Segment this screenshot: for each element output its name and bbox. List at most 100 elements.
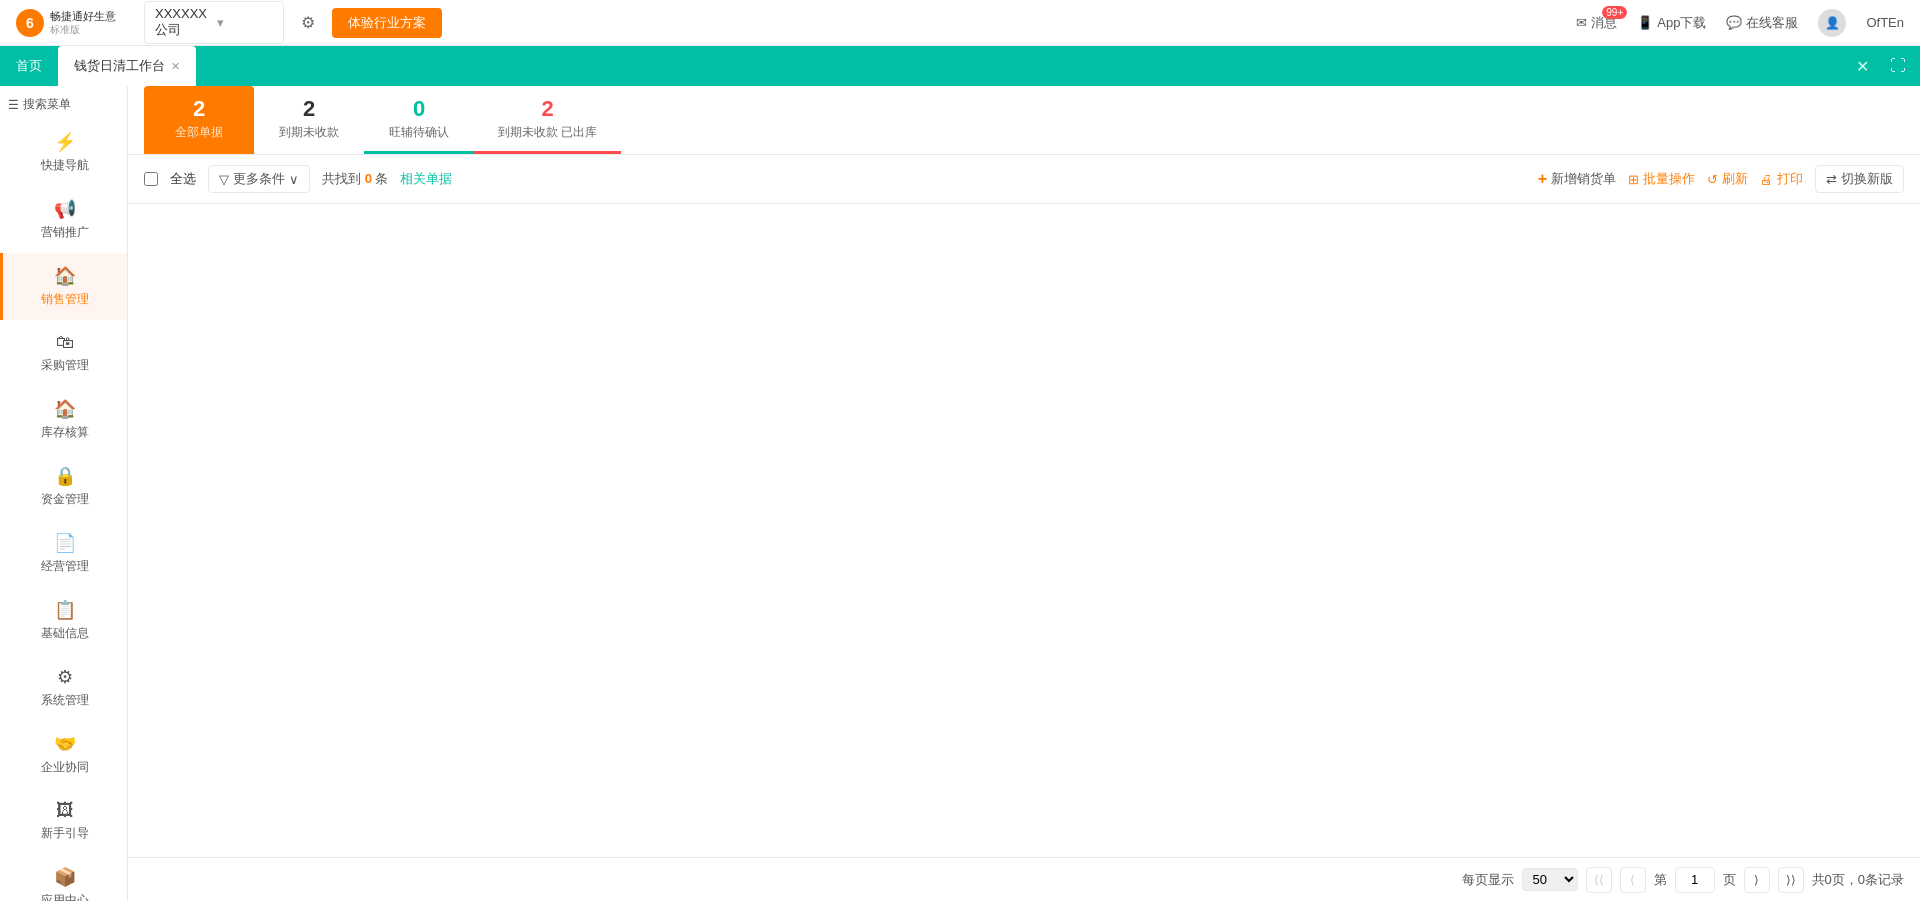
sidebar-item-cooperation[interactable]: 🤝 企业协同 <box>0 721 127 788</box>
service-icon: 💬 <box>1726 15 1742 30</box>
tab-expand-button[interactable]: ⛶ <box>1884 52 1912 80</box>
stat-num-all: 2 <box>193 96 205 122</box>
filter-button[interactable]: ▽ 更多条件 ∨ <box>208 165 310 193</box>
page-input[interactable] <box>1675 867 1715 893</box>
stat-tab-overdue-out[interactable]: 2 到期未收款 已出库 <box>474 86 621 154</box>
user-name: OfTEn <box>1866 15 1904 30</box>
stat-tab-all[interactable]: 2 全部单据 <box>144 86 254 154</box>
select-all-label: 全选 <box>170 170 196 188</box>
tab-home[interactable]: 首页 <box>0 46 58 86</box>
message-button[interactable]: ✉ 消息 99+ <box>1576 14 1617 32</box>
total-text: 共0页，0条记录 <box>1812 871 1904 889</box>
stats-tabs: 2 全部单据 2 到期未收款 0 旺辅待确认 2 到期未收款 已出库 <box>128 86 1920 155</box>
found-count: 0 <box>365 171 372 186</box>
sidebar-search[interactable]: ☰ 搜索菜单 <box>0 86 127 119</box>
system-icon: ⚙ <box>57 666 73 688</box>
refresh-icon: ↺ <box>1707 172 1718 187</box>
filter-chevron-icon: ∨ <box>289 172 299 187</box>
sidebar-item-operations[interactable]: 📄 经营管理 <box>0 520 127 587</box>
found-link[interactable]: 相关单据 <box>400 170 452 188</box>
print-icon: 🖨 <box>1760 172 1773 187</box>
sidebar-item-purchase[interactable]: 🛍 采购管理 <box>0 320 127 386</box>
per-page-select[interactable]: 50 10 20 100 <box>1522 868 1578 891</box>
sidebar-item-basic-info[interactable]: 📋 基础信息 <box>0 587 127 654</box>
message-icon: ✉ <box>1576 15 1587 30</box>
avatar[interactable]: 👤 <box>1818 9 1846 37</box>
batch-operation-button[interactable]: ⊞ 批量操作 <box>1628 170 1695 188</box>
refresh-button[interactable]: ↺ 刷新 <box>1707 170 1748 188</box>
logo-text: 畅捷通好生意 标准版 <box>50 9 116 36</box>
switch-version-button[interactable]: ⇄ 切换新版 <box>1815 165 1904 193</box>
page-label: 第 <box>1654 871 1667 889</box>
select-all-checkbox[interactable] <box>144 172 158 186</box>
tab-close-icon[interactable]: ✕ <box>171 60 180 73</box>
avatar-icon: 👤 <box>1825 16 1840 30</box>
stat-tab-wangpu[interactable]: 0 旺辅待确认 <box>364 86 474 154</box>
sidebar-item-guide[interactable]: 🖼 新手引导 <box>0 788 127 854</box>
app-center-icon: 📦 <box>54 866 76 888</box>
company-selector[interactable]: XXXXXX公司 ▾ <box>144 1 284 44</box>
page-prev-button[interactable]: ⟨ <box>1620 867 1646 893</box>
per-page-label: 每页显示 <box>1462 871 1514 889</box>
online-service-button[interactable]: 💬 在线客服 <box>1726 14 1798 32</box>
stat-label-wangpu: 旺辅待确认 <box>389 124 449 141</box>
stat-label-overdue: 到期未收款 <box>279 124 339 141</box>
cooperation-icon: 🤝 <box>54 733 76 755</box>
message-badge: 99+ <box>1602 6 1627 19</box>
settings-button[interactable]: ⚙ <box>292 7 324 39</box>
capital-icon: 🔒 <box>54 465 76 487</box>
content-area: 2 全部单据 2 到期未收款 0 旺辅待确认 2 到期未收款 已出库 全选 ▽ … <box>128 86 1920 901</box>
inventory-icon: 🏠 <box>54 398 76 420</box>
tab-bar-right: ✕ ⛶ <box>1848 52 1920 80</box>
print-button[interactable]: 🖨 打印 <box>1760 170 1803 188</box>
page-label-2: 页 <box>1723 871 1736 889</box>
table-area <box>128 204 1920 857</box>
stat-num-overdue-out: 2 <box>542 96 554 122</box>
sidebar-item-capital[interactable]: 🔒 资金管理 <box>0 453 127 520</box>
purchase-icon: 🛍 <box>56 332 74 353</box>
sidebar-item-marketing[interactable]: 📢 营销推广 <box>0 186 127 253</box>
stat-label-all: 全部单据 <box>175 124 223 141</box>
tab-minimize-button[interactable]: ✕ <box>1848 52 1876 80</box>
tab-bar: 首页 钱货日清工作台 ✕ ✕ ⛶ <box>0 46 1920 86</box>
main-layout: ☰ 搜索菜单 ⚡ 快捷导航 📢 营销推广 🏠 销售管理 🛍 采购管理 🏠 库存核… <box>0 86 1920 901</box>
chevron-down-icon: ▾ <box>217 15 273 30</box>
toolbar: 全选 ▽ 更多条件 ∨ 共找到 0 条 相关单据 + 新增销货单 ⊞ 批量操作 <box>128 155 1920 204</box>
sidebar: ☰ 搜索菜单 ⚡ 快捷导航 📢 营销推广 🏠 销售管理 🛍 采购管理 🏠 库存核… <box>0 86 128 901</box>
stat-num-wangpu: 0 <box>413 96 425 122</box>
sales-icon: 🏠 <box>54 265 76 287</box>
pagination-bar: 每页显示 50 10 20 100 ⟨⟨ ⟨ 第 页 ⟩ ⟩⟩ 共0页，0条记录 <box>128 857 1920 901</box>
download-icon: 📱 <box>1637 15 1653 30</box>
filter-icon: ▽ <box>219 172 229 187</box>
stat-tab-overdue[interactable]: 2 到期未收款 <box>254 86 364 154</box>
search-icon: ☰ <box>8 98 19 112</box>
found-text: 共找到 0 条 <box>322 170 388 188</box>
marketing-icon: 📢 <box>54 198 76 220</box>
top-header: 6 畅捷通好生意 标准版 XXXXXX公司 ▾ ⚙ 体验行业方案 ✉ 消息 99… <box>0 0 1920 46</box>
batch-icon: ⊞ <box>1628 172 1639 187</box>
header-right: ✉ 消息 99+ 📱 App下载 💬 在线客服 👤 OfTEn <box>1576 9 1904 37</box>
switch-icon: ⇄ <box>1826 172 1837 187</box>
sidebar-item-quick-nav[interactable]: ⚡ 快捷导航 <box>0 119 127 186</box>
page-next-button[interactable]: ⟩ <box>1744 867 1770 893</box>
tab-workbench[interactable]: 钱货日清工作台 ✕ <box>58 46 196 86</box>
guide-icon: 🖼 <box>56 800 74 821</box>
operations-icon: 📄 <box>54 532 76 554</box>
stat-label-overdue-out: 到期未收款 已出库 <box>498 124 597 141</box>
page-first-button[interactable]: ⟨⟨ <box>1586 867 1612 893</box>
company-name: XXXXXX公司 <box>155 6 211 39</box>
app-download-button[interactable]: 📱 App下载 <box>1637 14 1706 32</box>
sidebar-item-inventory[interactable]: 🏠 库存核算 <box>0 386 127 453</box>
plus-icon: + <box>1538 170 1547 188</box>
basic-info-icon: 📋 <box>54 599 76 621</box>
stat-num-overdue: 2 <box>303 96 315 122</box>
page-last-button[interactable]: ⟩⟩ <box>1778 867 1804 893</box>
add-sales-button[interactable]: + 新增销货单 <box>1538 170 1616 188</box>
sidebar-item-app-center[interactable]: 📦 应用中心 <box>0 854 127 901</box>
sidebar-item-system[interactable]: ⚙ 系统管理 <box>0 654 127 721</box>
sidebar-item-sales[interactable]: 🏠 销售管理 <box>0 253 127 320</box>
logo-area: 6 畅捷通好生意 标准版 <box>16 9 144 37</box>
logo-icon: 6 <box>16 9 44 37</box>
experience-button[interactable]: 体验行业方案 <box>332 8 442 38</box>
toolbar-right: + 新增销货单 ⊞ 批量操作 ↺ 刷新 🖨 打印 ⇄ 切换新版 <box>1538 165 1904 193</box>
